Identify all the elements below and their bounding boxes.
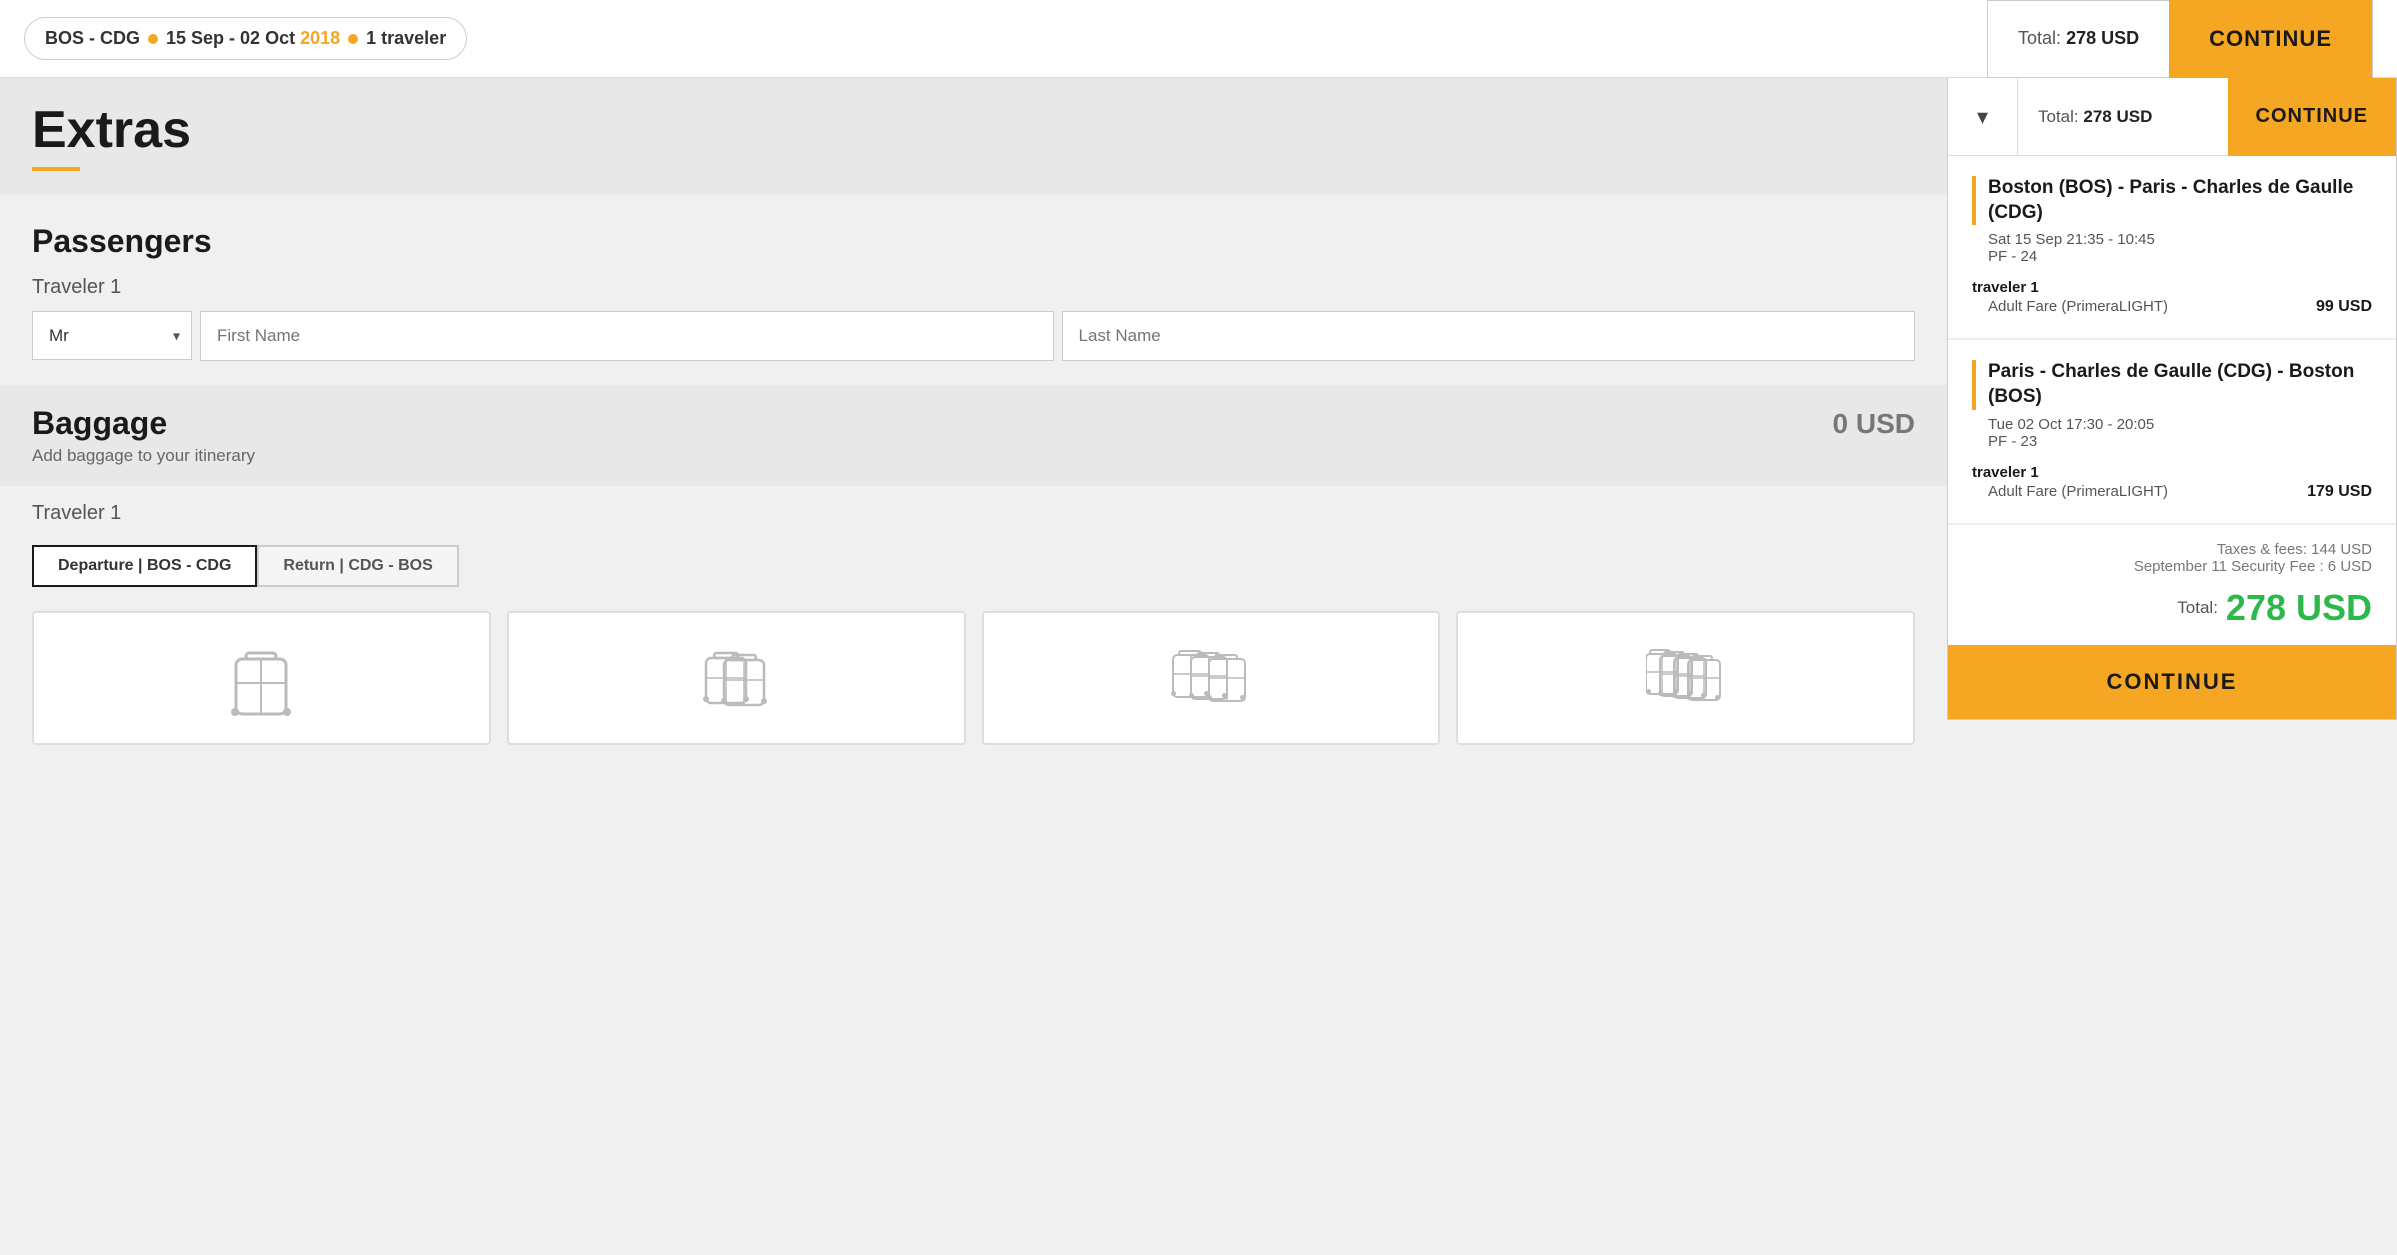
baggage-price: 0 USD <box>1833 408 1915 440</box>
last-name-input[interactable] <box>1062 311 1916 361</box>
flight2-fare-type: Adult Fare (PrimeraLIGHT) <box>1988 483 2168 501</box>
luggage-card-3[interactable] <box>982 611 1441 745</box>
flight1-fare-type: Adult Fare (PrimeraLIGHT) <box>1988 298 2168 316</box>
top-right-actions: Total: 278 USD CONTINUE <box>1987 0 2373 78</box>
flight1-fare-amount: 99 USD <box>2316 298 2372 316</box>
luggage-icon-1-bag <box>221 633 301 723</box>
summary-content: Boston (BOS) - Paris - Charles de Gaulle… <box>1948 156 2396 719</box>
flight1-route: Boston (BOS) - Paris - Charles de Gaulle… <box>1972 176 2372 225</box>
baggage-tabs: Departure | BOS - CDG Return | CDG - BOS <box>0 545 1947 587</box>
tab-departure[interactable]: Departure | BOS - CDG <box>32 545 257 587</box>
flight2-pf: PF - 23 <box>1972 433 2372 450</box>
top-total-amount: 278 USD <box>2066 28 2139 48</box>
summary-toggle-bar: ▾ Total: 278 USD CONTINUE <box>1948 78 2396 156</box>
left-panel: Extras Passengers Traveler 1 Mr Mrs Ms D… <box>0 78 1947 1255</box>
luggage-icon-3-bags <box>1171 633 1251 723</box>
total-final-amount: 278 USD <box>2226 587 2372 629</box>
security-fee-label: September 11 Security Fee : 6 USD <box>1972 558 2372 575</box>
title-select-wrapper[interactable]: Mr Mrs Ms Dr ▾ <box>32 311 192 361</box>
first-name-input[interactable] <box>200 311 1054 361</box>
top-bar: BOS - CDG 15 Sep - 02 Oct 2018 1 travele… <box>0 0 2397 78</box>
traveler-count: 1 traveler <box>366 28 446 49</box>
summary-total-text: Total: <box>2038 107 2079 126</box>
main-layout: Extras Passengers Traveler 1 Mr Mrs Ms D… <box>0 78 2397 1255</box>
summary-total-label: Total: 278 USD <box>2018 107 2228 127</box>
passengers-heading: Passengers <box>0 195 1947 272</box>
flight1-datetime: Sat 15 Sep 21:35 - 10:45 <box>1972 231 2372 248</box>
luggage-card-2[interactable] <box>507 611 966 745</box>
passengers-section: Passengers Traveler 1 Mr Mrs Ms Dr ▾ <box>0 195 1947 385</box>
top-total-label: Total: <box>2018 28 2061 48</box>
trip-summary: BOS - CDG 15 Sep - 02 Oct 2018 1 travele… <box>24 17 467 60</box>
total-final-label: Total: <box>2177 598 2218 618</box>
flight2-datetime: Tue 02 Oct 17:30 - 20:05 <box>1972 416 2372 433</box>
total-row: Total: 278 USD <box>1948 583 2396 645</box>
traveler-baggage-label: Traveler 1 <box>0 486 1947 533</box>
flight2-route: Paris - Charles de Gaulle (CDG) - Boston… <box>1972 360 2372 409</box>
taxes-section: Taxes & fees: 144 USD September 11 Secur… <box>1948 525 2396 583</box>
flight2-fare-row: Adult Fare (PrimeraLIGHT) 179 USD <box>1972 481 2372 503</box>
tab-return[interactable]: Return | CDG - BOS <box>257 545 458 587</box>
taxes-fees-label: Taxes & fees: 144 USD <box>1972 541 2372 558</box>
luggage-options <box>0 587 1947 769</box>
flight2-traveler: traveler 1 <box>1972 464 2372 481</box>
trip-dates: 15 Sep - 02 Oct 2018 <box>166 28 340 49</box>
baggage-section: Baggage 0 USD Add baggage to your itiner… <box>0 385 1947 486</box>
flight1-traveler: traveler 1 <box>1972 279 2372 296</box>
baggage-desc: Add baggage to your itinerary <box>32 446 1915 466</box>
flight1-fare-row: Adult Fare (PrimeraLIGHT) 99 USD <box>1972 296 2372 318</box>
chevron-icon: ▾ <box>1977 104 1988 130</box>
luggage-icon-2-bags <box>696 633 776 723</box>
top-total-display: Total: 278 USD <box>1988 28 2169 49</box>
flight1-summary: Boston (BOS) - Paris - Charles de Gaulle… <box>1948 156 2396 339</box>
summary-continue-button[interactable]: CONTINUE <box>2228 78 2396 156</box>
dot-separator-1 <box>148 34 158 44</box>
bottom-continue-button[interactable]: CONTINUE <box>1948 645 2396 719</box>
trip-route: BOS - CDG <box>45 28 140 49</box>
flight1-pf: PF - 24 <box>1972 248 2372 265</box>
luggage-icon-4-bags <box>1646 633 1726 723</box>
traveler1-label: Traveler 1 <box>0 272 1947 311</box>
extras-title: Extras <box>32 102 1915 159</box>
summary-panel: ▾ Total: 278 USD CONTINUE Boston (BOS) -… <box>1947 78 2397 720</box>
extras-header: Extras <box>0 78 1947 195</box>
luggage-card-4[interactable] <box>1456 611 1915 745</box>
flight2-fare-amount: 179 USD <box>2307 483 2372 501</box>
summary-total-amount: 278 USD <box>2083 107 2152 126</box>
extras-underline <box>32 167 80 171</box>
dot-separator-2 <box>348 34 358 44</box>
flight2-summary: Paris - Charles de Gaulle (CDG) - Boston… <box>1948 340 2396 523</box>
baggage-title: Baggage <box>32 405 167 442</box>
passenger-form: Mr Mrs Ms Dr ▾ <box>0 311 1947 385</box>
top-continue-button[interactable]: CONTINUE <box>2169 0 2372 78</box>
summary-toggle-chevron[interactable]: ▾ <box>1948 78 2018 156</box>
luggage-card-1[interactable] <box>32 611 491 745</box>
title-select[interactable]: Mr Mrs Ms Dr <box>32 311 192 360</box>
baggage-header: Baggage 0 USD <box>32 405 1915 442</box>
